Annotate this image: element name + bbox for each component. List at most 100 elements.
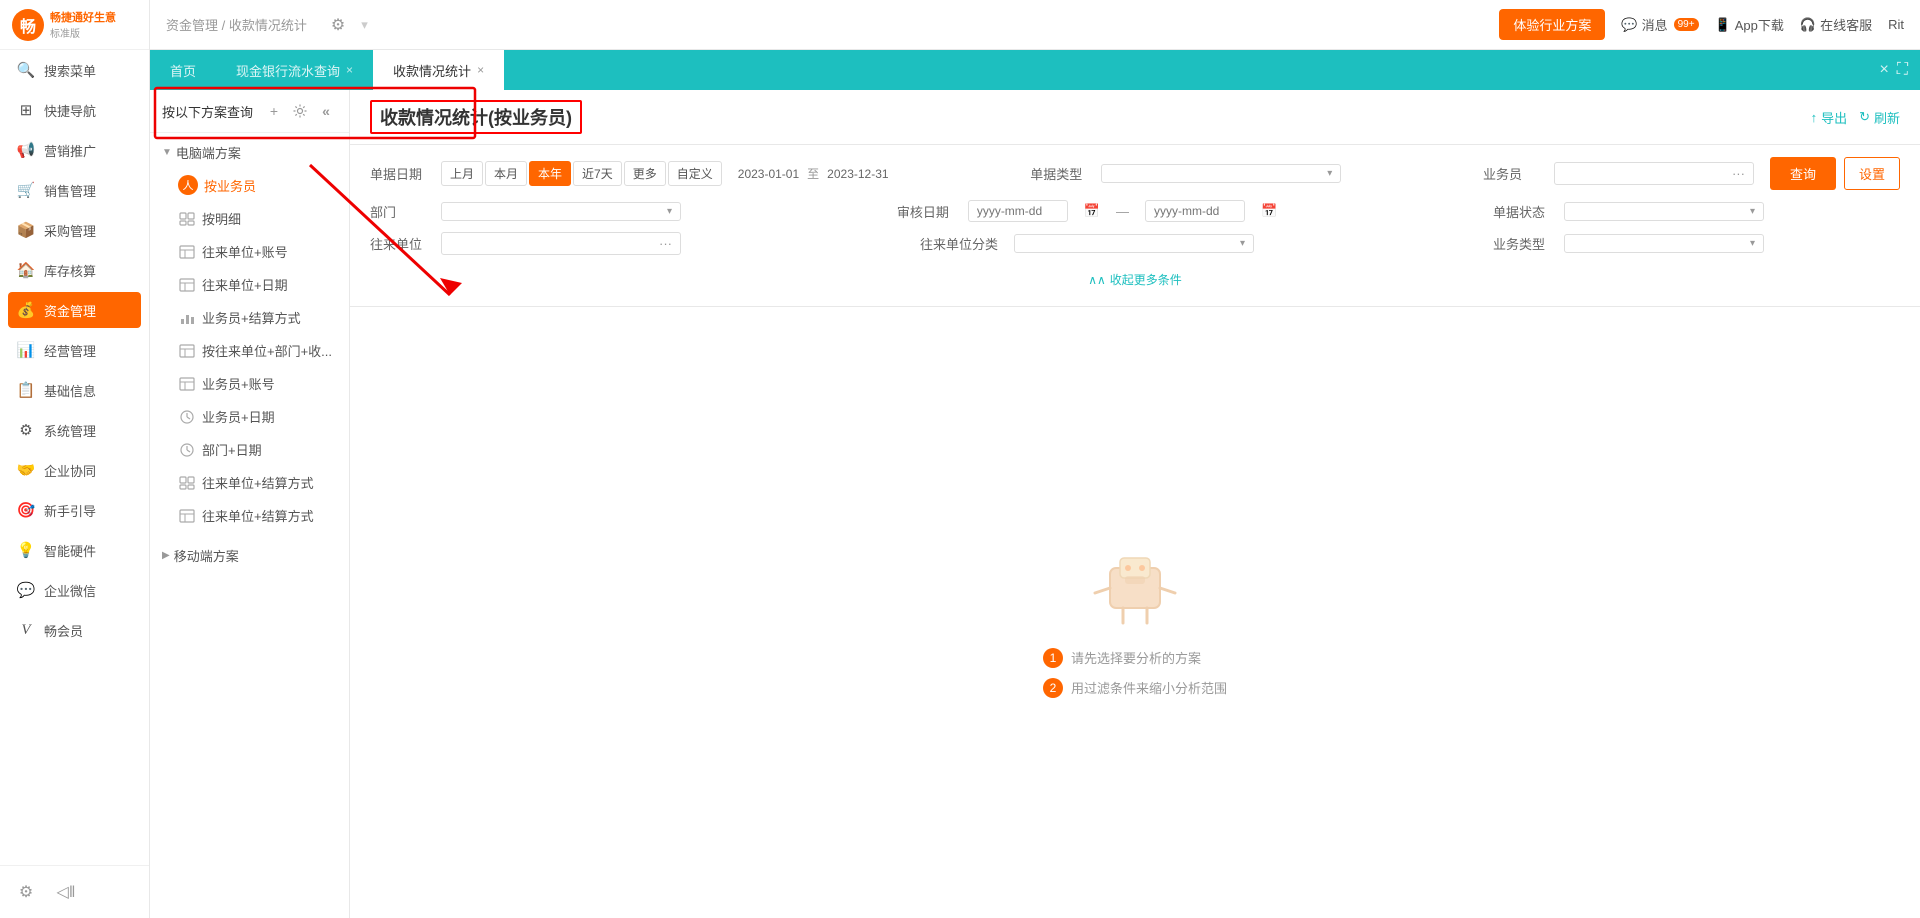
sidebar: 畅 畅捷通好生意 标准版 🔍 搜索菜单 ⊞ 快捷导航 📢 营销推广 🛒 销售管理…	[0, 0, 150, 918]
sidebar-item-capital[interactable]: 💰 资金管理	[8, 292, 141, 328]
collapse-label: 收起更多条件	[1110, 271, 1182, 288]
sidebar-item-search[interactable]: 🔍 搜索菜单	[0, 50, 149, 90]
trial-btn[interactable]: 体验行业方案	[1499, 9, 1605, 40]
sidebar-item-system[interactable]: ⚙ 系统管理	[0, 410, 149, 450]
panel-collapse-btn[interactable]: «	[315, 100, 337, 122]
scheme-item-salesperson-account[interactable]: 业务员+账号	[150, 367, 349, 400]
dept-select[interactable]: ▾	[441, 202, 681, 221]
sidebar-item-label: 企业协同	[44, 461, 96, 480]
scheme-group-desktop-header[interactable]: ▼ 电脑端方案	[150, 137, 349, 168]
scheme-item-dept-date[interactable]: 部门+日期	[150, 433, 349, 466]
tab-bank[interactable]: 现金银行流水查询 ×	[216, 50, 373, 90]
gear-settings[interactable]: ⚙	[331, 15, 345, 35]
grid-icon: ⊞	[16, 100, 36, 120]
counterpart-select[interactable]: ···	[441, 232, 681, 255]
tab-close-btn[interactable]: ×	[1879, 61, 1888, 79]
receipt-tab-close[interactable]: ×	[477, 63, 484, 77]
scheme-item-salesperson-date[interactable]: 业务员+日期	[150, 400, 349, 433]
tab-receipt[interactable]: 收款情况统计 ×	[373, 50, 504, 90]
sidebar-item-basic[interactable]: 📋 基础信息	[0, 370, 149, 410]
date-btn-7days[interactable]: 近7天	[573, 161, 622, 186]
sidebar-item-wechat[interactable]: 💬 企业微信	[0, 570, 149, 610]
sidebar-item-label: 采购管理	[44, 221, 96, 240]
voucher-status-select[interactable]: ▾	[1564, 202, 1764, 221]
scheme-item-counterpart-settlement2[interactable]: 往来单位+结算方式	[150, 499, 349, 532]
scheme-item-salesperson-settlement[interactable]: 业务员+结算方式	[150, 301, 349, 334]
refresh-btn[interactable]: ↻ 刷新	[1859, 108, 1900, 127]
settings-icon	[293, 104, 307, 118]
member-icon: V	[16, 620, 36, 640]
empty-tips: 1 请先选择要分析的方案 2 用过滤条件来缩小分析范围	[1043, 648, 1227, 698]
category-chevron: ▾	[1240, 238, 1245, 249]
sidebar-collapse-btn[interactable]: ◁‖	[50, 876, 82, 908]
sidebar-nav: 🔍 搜索菜单 ⊞ 快捷导航 📢 营销推广 🛒 销售管理 📦 采购管理 🏠 库存核…	[0, 50, 149, 865]
handshake-icon: 🤝	[16, 460, 36, 480]
dropdown-arrow[interactable]: ▾	[361, 17, 368, 33]
counterpart-category-select[interactable]: ▾	[1014, 234, 1254, 253]
sidebar-item-enterprise[interactable]: 🤝 企业协同	[0, 450, 149, 490]
review-date-start[interactable]	[968, 200, 1068, 222]
message-btn[interactable]: 💬 消息 99+	[1621, 15, 1698, 34]
target-icon: 🎯	[16, 500, 36, 520]
bank-tab-close[interactable]: ×	[346, 63, 353, 77]
date-btn-group: 上月 本月 本年 近7天 更多 自定义	[441, 161, 722, 186]
table-icon-2	[178, 276, 196, 294]
sidebar-item-purchase[interactable]: 📦 采购管理	[0, 210, 149, 250]
breadcrumb-text: 资金管理 / 收款情况统计	[166, 15, 307, 34]
scheme-group-mobile-header[interactable]: ▶ 移动端方案	[150, 540, 349, 571]
salesperson-more[interactable]: ···	[1732, 166, 1745, 181]
top-header: 资金管理 / 收款情况统计 ⚙ ▾ 体验行业方案 💬 消息 99+ 📱 App下…	[150, 0, 1920, 50]
sidebar-item-member[interactable]: V 畅会员	[0, 610, 149, 650]
tab-maximize-btn[interactable]: ⛶	[1897, 61, 1908, 79]
scheme-item-counterpart-date[interactable]: 往来单位+日期	[150, 268, 349, 301]
tab-home[interactable]: 首页	[150, 50, 216, 90]
business-type-select[interactable]: ▾	[1564, 234, 1764, 253]
salesperson-select[interactable]: ···	[1554, 162, 1754, 185]
scheme-item-label: 部门+日期	[202, 440, 262, 459]
online-service-btn[interactable]: 🎧 在线客服	[1800, 15, 1872, 34]
table-icon-5	[178, 507, 196, 525]
sidebar-item-inventory[interactable]: 🏠 库存核算	[0, 250, 149, 290]
scheme-item-by-detail[interactable]: 按明细	[150, 202, 349, 235]
scheme-item-by-salesperson[interactable]: 人 按业务员	[150, 168, 349, 202]
scheme-settings-btn[interactable]	[289, 100, 311, 122]
collapse-bar[interactable]: ∧∧ 收起更多条件	[370, 265, 1900, 294]
scheme-item-label: 往来单位+日期	[202, 275, 288, 294]
gear-icon: ⚙	[331, 17, 345, 34]
counterpart-more[interactable]: ···	[659, 236, 672, 251]
date-btn-last-month[interactable]: 上月	[441, 161, 483, 186]
header-actions: 体验行业方案 💬 消息 99+ 📱 App下载 🎧 在线客服 Rit	[1499, 9, 1904, 40]
sidebar-item-operation[interactable]: 📊 经营管理	[0, 330, 149, 370]
sidebar-item-label: 畅会员	[44, 621, 83, 640]
sidebar-item-label: 资金管理	[44, 301, 96, 320]
sidebar-item-sales[interactable]: 🛒 销售管理	[0, 170, 149, 210]
add-scheme-btn[interactable]: +	[263, 100, 285, 122]
settings-btn[interactable]: 设置	[1844, 157, 1900, 190]
sidebar-item-quick-nav[interactable]: ⊞ 快捷导航	[0, 90, 149, 130]
sidebar-item-newbie[interactable]: 🎯 新手引导	[0, 490, 149, 530]
date-btn-custom[interactable]: 自定义	[668, 161, 722, 186]
calendar-icon-1[interactable]: 📅	[1084, 203, 1100, 219]
refresh-label: 刷新	[1874, 108, 1900, 127]
tab-bar: 首页 现金银行流水查询 × 收款情况统计 × × ⛶	[150, 50, 1920, 90]
sidebar-item-smart[interactable]: 💡 智能硬件	[0, 530, 149, 570]
scheme-group-mobile-label: 移动端方案	[174, 546, 239, 565]
message-badge: 99+	[1674, 18, 1699, 31]
scheme-item-counterpart-settlement1[interactable]: 往来单位+结算方式	[150, 466, 349, 499]
voucher-type-select[interactable]: ▾	[1101, 164, 1341, 183]
page-title-actions: ↑ 导出 ↻ 刷新	[1811, 108, 1900, 127]
sidebar-item-marketing[interactable]: 📢 营销推广	[0, 130, 149, 170]
scheme-item-counterpart-dept-receipt[interactable]: 按往来单位+部门+收...	[150, 334, 349, 367]
date-dash: —	[1116, 204, 1129, 219]
date-btn-this-year[interactable]: 本年	[529, 161, 571, 186]
query-btn[interactable]: 查询	[1770, 157, 1836, 190]
sidebar-settings-btn[interactable]: ⚙	[10, 876, 42, 908]
calendar-icon-2[interactable]: 📅	[1261, 203, 1277, 219]
export-btn[interactable]: ↑ 导出	[1811, 108, 1848, 127]
panel-title: 按以下方案查询	[162, 102, 253, 121]
date-btn-this-month[interactable]: 本月	[485, 161, 527, 186]
review-date-end[interactable]	[1145, 200, 1245, 222]
app-download-btn[interactable]: 📱 App下载	[1715, 15, 1784, 34]
date-btn-more[interactable]: 更多	[624, 161, 666, 186]
scheme-item-counterpart-account[interactable]: 往来单位+账号	[150, 235, 349, 268]
